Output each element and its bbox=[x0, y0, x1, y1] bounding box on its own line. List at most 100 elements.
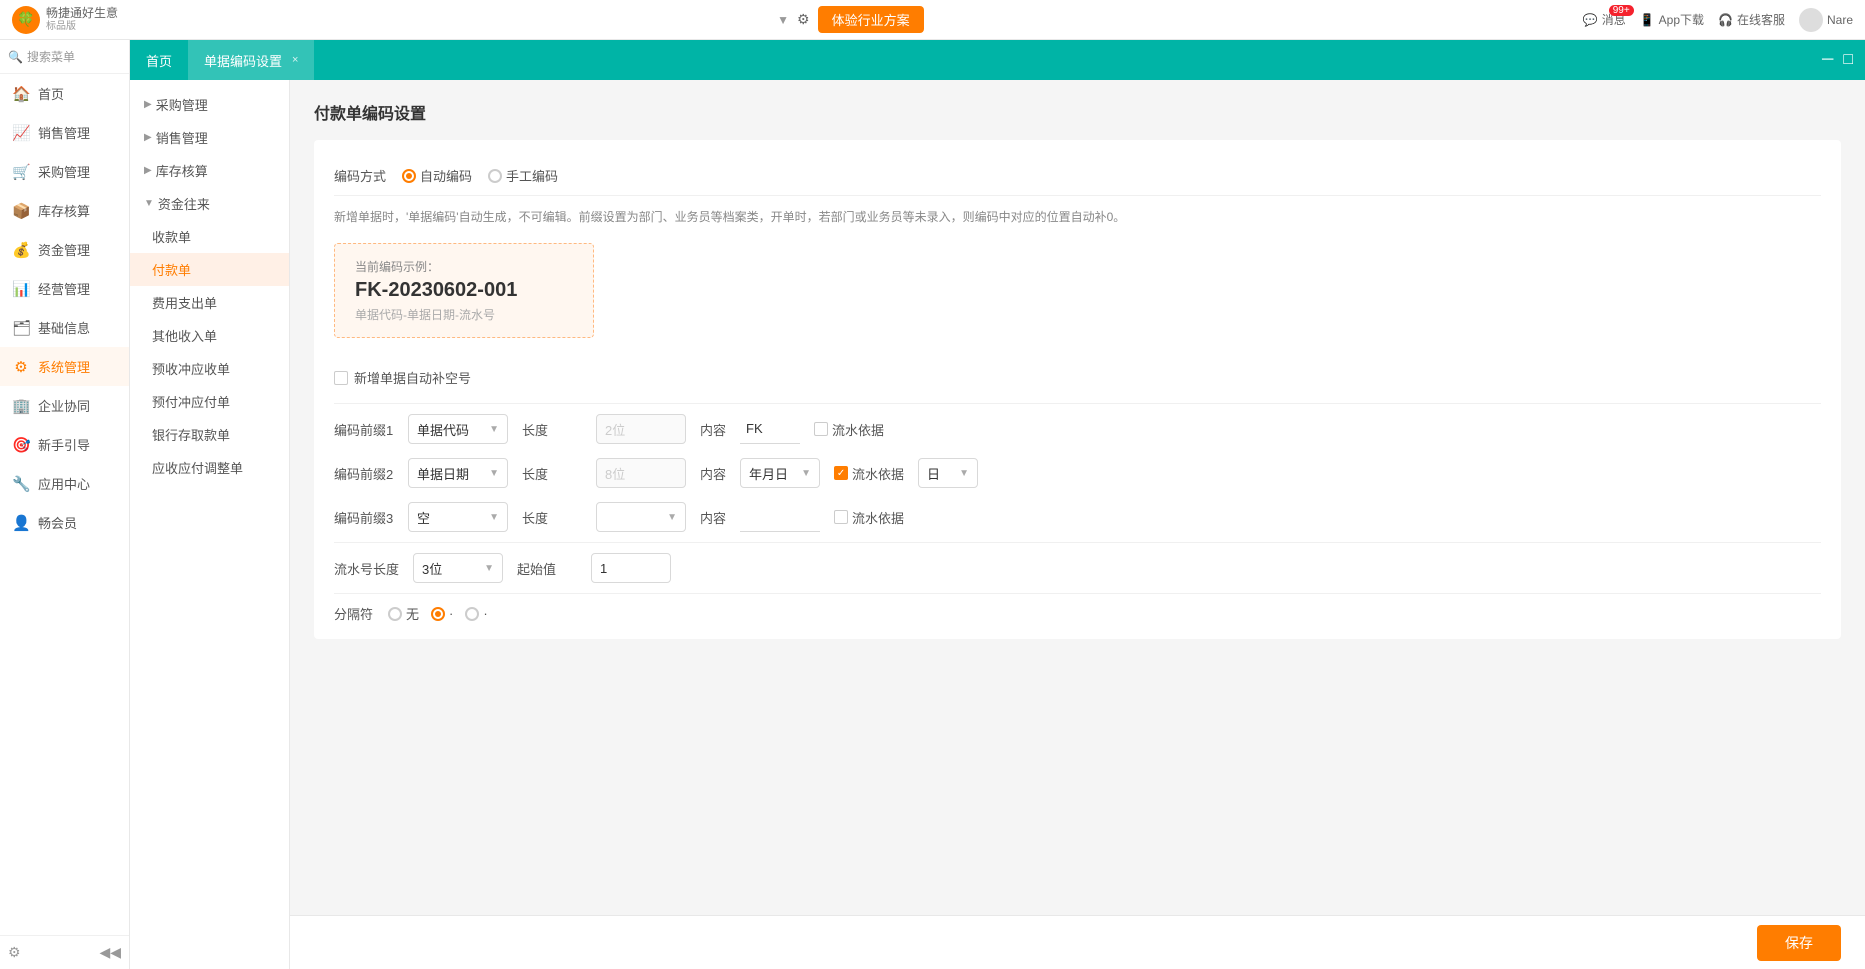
collapse-icon[interactable]: ◀◀ bbox=[99, 944, 121, 961]
sidebar-label-finance: 资金管理 bbox=[38, 240, 90, 259]
sep-dot2-radio[interactable]: · bbox=[465, 606, 487, 621]
sidebar-item-operation[interactable]: 📊 经营管理 bbox=[0, 269, 129, 308]
sub-item-receipt[interactable]: 收款单 bbox=[130, 220, 289, 253]
auto-fill-checkbox[interactable] bbox=[334, 371, 348, 385]
sep-none-radio[interactable]: 无 bbox=[388, 604, 419, 623]
sidebar-item-finance[interactable]: 💰 资金管理 bbox=[0, 230, 129, 269]
content-select-2[interactable]: 年月日 ▼ bbox=[740, 458, 820, 488]
sidebar-item-base[interactable]: 🗂 基础信息 bbox=[0, 308, 129, 347]
prefix-value-1: 单据代码 bbox=[417, 420, 469, 439]
sep-dot-radio[interactable]: · bbox=[431, 606, 453, 621]
sidebar-item-home[interactable]: 🏠 首页 bbox=[0, 74, 129, 113]
auto-encode-dot bbox=[402, 169, 416, 183]
sub-item-adjust[interactable]: 应收应付调整单 bbox=[130, 451, 289, 484]
tab-home-label: 首页 bbox=[146, 51, 172, 70]
minimize-icon[interactable]: ─ bbox=[1822, 51, 1833, 69]
experience-btn[interactable]: 体验行业方案 bbox=[818, 6, 924, 33]
stream-check-1: 流水依据 bbox=[814, 420, 884, 439]
message-btn[interactable]: 💬 消息 99+ bbox=[1583, 11, 1626, 28]
save-button[interactable]: 保存 bbox=[1757, 925, 1841, 961]
group-inventory: ▶ 库存核算 bbox=[130, 154, 289, 187]
prefix-select-1[interactable]: 单据代码 ▼ bbox=[408, 414, 508, 444]
group-label-capital: 资金往来 bbox=[158, 194, 210, 213]
serial-length-select[interactable]: 3位 ▼ bbox=[413, 553, 503, 583]
arrow-right-icon2: ▶ bbox=[144, 132, 152, 143]
start-value-input[interactable] bbox=[591, 553, 671, 583]
topbar-left: 🍀 畅捷通好生意 标品版 bbox=[12, 6, 118, 34]
user-area[interactable]: Nare bbox=[1799, 8, 1853, 32]
info-text: 新增单据时，'单据编码'自动生成，不可编辑。前缀设置为部门、业务员等档案类，开单… bbox=[334, 208, 1821, 227]
sub-item-payment[interactable]: 付款单 bbox=[130, 253, 289, 286]
sub-item-other-income[interactable]: 其他收入单 bbox=[130, 319, 289, 352]
main-content: 付款单编码设置 编码方式 自动编码 bbox=[290, 80, 1865, 915]
sidebar-label-operation: 经营管理 bbox=[38, 279, 90, 298]
tab-encode-setting[interactable]: 单据编码设置 × bbox=[188, 40, 314, 80]
arrow-right-icon: ▶ bbox=[144, 99, 152, 110]
length-label-1: 长度 bbox=[522, 420, 582, 439]
code-preview-box: 当前编码示例： FK-20230602-001 单据代码-单据日期-流水号 bbox=[334, 243, 594, 338]
service-icon: 🎧 bbox=[1718, 13, 1733, 27]
search-menu-btn[interactable]: 🔍 搜索菜单 bbox=[0, 40, 129, 74]
preview-label: 当前编码示例： bbox=[355, 258, 573, 275]
stream-checkbox-3[interactable] bbox=[834, 510, 848, 524]
app-download-btn[interactable]: 📱 App下载 bbox=[1640, 11, 1704, 28]
stream-check-2: 流水依据 bbox=[834, 464, 904, 483]
group-capital: ▼ 资金往来 收款单 付款单 费用支出单 其他收入单 预收冲应收单 预付冲应付单… bbox=[130, 187, 289, 484]
message-icon: 💬 bbox=[1583, 13, 1598, 27]
gear-icon[interactable]: ⚙ bbox=[797, 11, 810, 28]
length-input-2: 8位 bbox=[596, 458, 686, 488]
sidebar-item-apps[interactable]: 🔧 应用中心 bbox=[0, 464, 129, 503]
tab-close-icon[interactable]: × bbox=[292, 54, 298, 66]
prefix-select-2[interactable]: 单据日期 ▼ bbox=[408, 458, 508, 488]
sidebar-label-apps: 应用中心 bbox=[38, 474, 90, 493]
home-icon: 🏠 bbox=[12, 85, 30, 103]
maximize-icon[interactable]: □ bbox=[1843, 51, 1853, 69]
topbar-center: ▼ ⚙ 体验行业方案 bbox=[777, 6, 923, 33]
content-input-1[interactable] bbox=[740, 414, 800, 444]
form-row-3: 编码前缀3 空 ▼ 长度 ▼ 内容 bbox=[334, 502, 1821, 532]
group-title-inventory[interactable]: ▶ 库存核算 bbox=[130, 154, 289, 187]
sidebar-item-enterprise[interactable]: 🏢 企业协同 bbox=[0, 386, 129, 425]
sub-item-prepay-recv[interactable]: 预收冲应收单 bbox=[130, 352, 289, 385]
auto-encode-radio[interactable]: 自动编码 bbox=[402, 166, 472, 185]
operation-icon: 📊 bbox=[12, 280, 30, 298]
stream-checkbox-2[interactable] bbox=[834, 466, 848, 480]
sidebar-label-sales: 销售管理 bbox=[38, 123, 90, 142]
manual-encode-radio[interactable]: 手工编码 bbox=[488, 166, 558, 185]
sep-dot-label: · bbox=[449, 606, 453, 621]
sidebar-item-inventory[interactable]: 📦 库存核算 bbox=[0, 191, 129, 230]
sub-item-prepay-pay[interactable]: 预付冲应付单 bbox=[130, 385, 289, 418]
prefix-select-3[interactable]: 空 ▼ bbox=[408, 502, 508, 532]
sep-dot2-dot bbox=[465, 607, 479, 621]
group-label-sales: 销售管理 bbox=[156, 128, 208, 147]
sub-item-expense[interactable]: 费用支出单 bbox=[130, 286, 289, 319]
serial-row: 流水号长度 3位 ▼ 起始值 bbox=[334, 553, 1821, 583]
sidebar-item-guide[interactable]: 🎯 新手引导 bbox=[0, 425, 129, 464]
chevron-icon-len-3: ▼ bbox=[667, 512, 677, 523]
sub-item-bank[interactable]: 银行存取款单 bbox=[130, 418, 289, 451]
online-service-btn[interactable]: 🎧 在线客服 bbox=[1718, 11, 1785, 28]
sidebar-item-sales[interactable]: 📈 销售管理 bbox=[0, 113, 129, 152]
sidebar-item-system[interactable]: ⚙ 系统管理 bbox=[0, 347, 129, 386]
sidebar-label-purchase: 采购管理 bbox=[38, 162, 90, 181]
prefix-label-3: 编码前缀3 bbox=[334, 508, 394, 527]
sidebar-item-purchase[interactable]: 🛒 采购管理 bbox=[0, 152, 129, 191]
length-select-3[interactable]: ▼ bbox=[596, 502, 686, 532]
sidebar-label-guide: 新手引导 bbox=[38, 435, 90, 454]
settings-footer-icon[interactable]: ⚙ bbox=[8, 944, 21, 961]
sidebar-item-member[interactable]: 👤 畅会员 bbox=[0, 503, 129, 542]
dropdown-arrow-icon[interactable]: ▼ bbox=[777, 13, 789, 27]
group-title-capital[interactable]: ▼ 资金往来 bbox=[130, 187, 289, 220]
content-label-2: 内容 bbox=[700, 464, 726, 483]
tab-home[interactable]: 首页 bbox=[130, 40, 188, 80]
tab-actions: ─ □ bbox=[1822, 51, 1865, 69]
group-title-purchase[interactable]: ▶ 采购管理 bbox=[130, 88, 289, 121]
stream-checkbox-1[interactable] bbox=[814, 422, 828, 436]
stream-period-select[interactable]: 日 ▼ bbox=[918, 458, 978, 488]
group-title-sales[interactable]: ▶ 销售管理 bbox=[130, 121, 289, 154]
sep-radio-group: 无 · · bbox=[388, 604, 488, 623]
content-input-3[interactable] bbox=[740, 502, 820, 532]
stream-period-value: 日 bbox=[927, 464, 940, 483]
stream-label-3: 流水依据 bbox=[852, 508, 904, 527]
content-label-3: 内容 bbox=[700, 508, 726, 527]
